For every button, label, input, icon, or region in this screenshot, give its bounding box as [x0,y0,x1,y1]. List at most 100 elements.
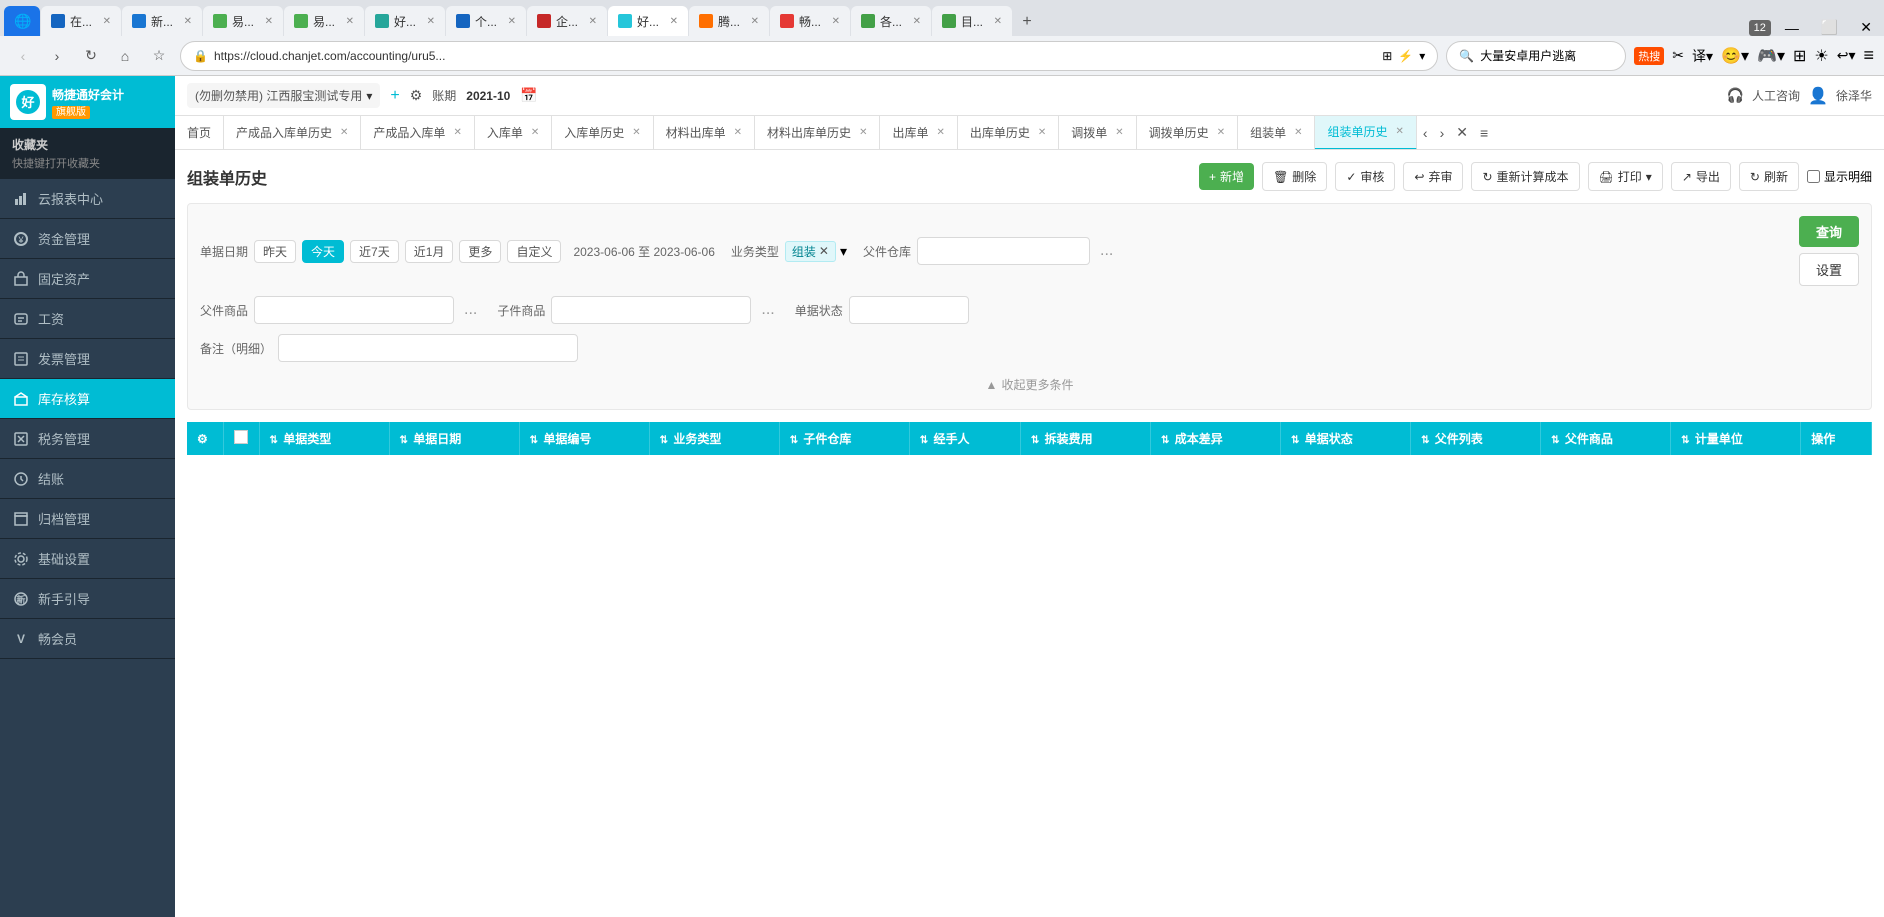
sidebar-item-guide[interactable]: 新 新手引导 [0,579,175,619]
set-button[interactable]: 设置 [1799,253,1859,286]
bookmark-button[interactable]: ☆ [146,43,172,69]
tab-close-11[interactable]: ✕ [913,16,921,27]
child-goods-input[interactable] [551,296,751,324]
sidebar-item-close[interactable]: 结账 [0,459,175,499]
col-parent-list[interactable]: ⇅ 父件列表 [1411,422,1541,455]
date-btn-1month[interactable]: 近1月 [405,240,454,263]
sidebar-bookmark[interactable]: 收藏夹 快捷键打开收藏夹 [0,128,175,179]
parent-goods-input[interactable] [254,296,454,324]
tab-close-produce-in-history[interactable]: ✕ [340,127,348,138]
back-button[interactable]: ‹ [10,43,36,69]
sidebar-item-payroll[interactable]: 工资 [0,299,175,339]
tab-close-in-order[interactable]: ✕ [531,127,539,138]
collapse-btn[interactable]: ▲ 收起更多条件 [986,372,1074,397]
tab-close-assemble-history[interactable]: ✕ [1217,127,1225,138]
sidebar-item-settings[interactable]: 基础设置 [0,539,175,579]
col-handler[interactable]: ⇅ 经手人 [909,422,1020,455]
nav-tab-material-out-history[interactable]: 材料出库单历史 ✕ [755,116,880,150]
biz-type-tag-close[interactable]: ✕ [819,244,829,258]
nav-tab-kit[interactable]: 组装单 ✕ [1238,116,1315,150]
tab-close-assemble[interactable]: ✕ [1115,127,1123,138]
emoji-icon[interactable]: 😊▾ [1721,46,1749,66]
undo-icon[interactable]: ↩▾ [1837,47,1856,64]
nav-tab-out-history[interactable]: 出库单历史 ✕ [958,116,1059,150]
forward-button[interactable]: › [44,43,70,69]
tab-close-10[interactable]: ✕ [832,16,840,27]
parent-warehouse-more-btn[interactable]: ... [1096,242,1117,260]
show-detail-input[interactable] [1807,170,1820,183]
nav-next-arrow[interactable]: › [1434,125,1451,141]
browser-search-bar[interactable]: 🔍 大量安卓用户逃离 [1446,41,1626,71]
nav-tab-produce-in-history[interactable]: 产成品入库单历史 ✕ [224,116,361,150]
browser-tab-11[interactable]: 各... ✕ [851,6,931,36]
date-btn-more[interactable]: 更多 [459,240,501,263]
nav-prev-arrow[interactable]: ‹ [1417,125,1434,141]
settings-gear-icon[interactable]: ⚙ [410,87,423,104]
game-icon[interactable]: 🎮▾ [1757,46,1785,66]
sidebar-item-member[interactable]: V 畅会员 [0,619,175,659]
tab-close-out-order[interactable]: ✕ [936,127,944,138]
remark-input[interactable] [278,334,578,362]
date-btn-7days[interactable]: 近7天 [350,240,399,263]
parent-goods-more-btn[interactable]: ... [460,301,481,319]
sidebar-item-inventory[interactable]: 库存核算 [0,379,175,419]
biz-type-dropdown-icon[interactable]: ▾ [840,243,847,260]
grid-icon[interactable]: ⊞ [1382,49,1392,63]
sidebar-item-assets[interactable]: 固定资产 [0,259,175,299]
refresh-button[interactable]: ↻ 刷新 [1739,162,1799,191]
col-parent-goods[interactable]: ⇅ 父件商品 [1541,422,1671,455]
scissor-icon[interactable]: ✂ [1672,47,1684,64]
nav-tab-material-out[interactable]: 材料出库单 ✕ [654,116,755,150]
show-detail-checkbox[interactable]: 显示明细 [1807,168,1872,185]
sidebar-item-invoice[interactable]: 发票管理 [0,339,175,379]
delete-button[interactable]: 🗑 删除 [1262,162,1327,191]
recalc-button[interactable]: ↻ 重新计算成本 [1471,162,1579,191]
add-company-button[interactable]: + [390,87,399,105]
col-order-no[interactable]: ⇅ 单据编号 [519,422,649,455]
settings-col-icon[interactable]: ⚙ [197,432,208,446]
sidebar-item-report[interactable]: 云报表中心 [0,179,175,219]
nav-tab-home[interactable]: 首页 [175,116,224,150]
calendar-icon[interactable]: 📅 [520,87,537,104]
date-btn-yesterday[interactable]: 昨天 [254,240,296,263]
tab-close-2[interactable]: ✕ [184,16,192,27]
add-button[interactable]: + 新增 [1199,163,1254,190]
minimize-button[interactable]: — [1777,20,1807,36]
user-name[interactable]: 徐泽华 [1836,87,1872,104]
sun-icon[interactable]: ☀ [1814,46,1828,66]
col-order-type[interactable]: ⇅ 单据类型 [259,422,389,455]
tab-close-material-out-history[interactable]: ✕ [859,127,867,138]
tab-close-produce-in[interactable]: ✕ [453,127,461,138]
tab-close-kit[interactable]: ✕ [1294,127,1302,138]
nav-tab-assemble[interactable]: 调拨单 ✕ [1059,116,1136,150]
tab-close-3[interactable]: ✕ [265,16,273,27]
browser-tab-10[interactable]: 畅... ✕ [770,6,850,36]
col-child-warehouse[interactable]: ⇅ 子件仓库 [779,422,909,455]
browser-tab-0[interactable]: 🌐 [4,6,40,36]
tab-close-4[interactable]: ✕ [346,16,354,27]
tab-close-5[interactable]: ✕ [427,16,435,27]
col-disassemble-fee[interactable]: ⇅ 拆装费用 [1020,422,1150,455]
address-bar[interactable]: 🔒 https://cloud.chanjet.com/accounting/u… [180,41,1438,71]
query-button[interactable]: 查询 [1799,216,1859,247]
grid-view-icon[interactable]: ⊞ [1793,46,1806,66]
browser-tab-3[interactable]: 易... ✕ [203,6,283,36]
tab-close-out-history[interactable]: ✕ [1038,127,1046,138]
col-order-status[interactable]: ⇅ 单据状态 [1281,422,1411,455]
sidebar-item-archive[interactable]: 归档管理 [0,499,175,539]
browser-tab-9[interactable]: 腾... ✕ [689,6,769,36]
browser-tab-7[interactable]: 企... ✕ [527,6,607,36]
lightning-icon[interactable]: ⚡ [1398,49,1413,63]
browser-tab-12[interactable]: 目... ✕ [932,6,1012,36]
translate-icon[interactable]: 译▾ [1692,46,1713,66]
tab-close-7[interactable]: ✕ [589,16,597,27]
tab-close-6[interactable]: ✕ [508,16,516,27]
nav-tab-produce-in[interactable]: 产成品入库单 ✕ [361,116,474,150]
company-selector[interactable]: (勿删勿禁用) 江西服宝测试专用 ▾ [187,83,380,108]
new-tab-button[interactable]: + [1013,8,1041,36]
nav-tab-assemble-history[interactable]: 调拨单历史 ✕ [1137,116,1238,150]
col-unit[interactable]: ⇅ 计量单位 [1671,422,1801,455]
browser-tab-6[interactable]: 个... ✕ [446,6,526,36]
col-cost-diff[interactable]: ⇅ 成本差异 [1150,422,1280,455]
abandon-button[interactable]: ↩ 弃审 [1403,162,1463,191]
